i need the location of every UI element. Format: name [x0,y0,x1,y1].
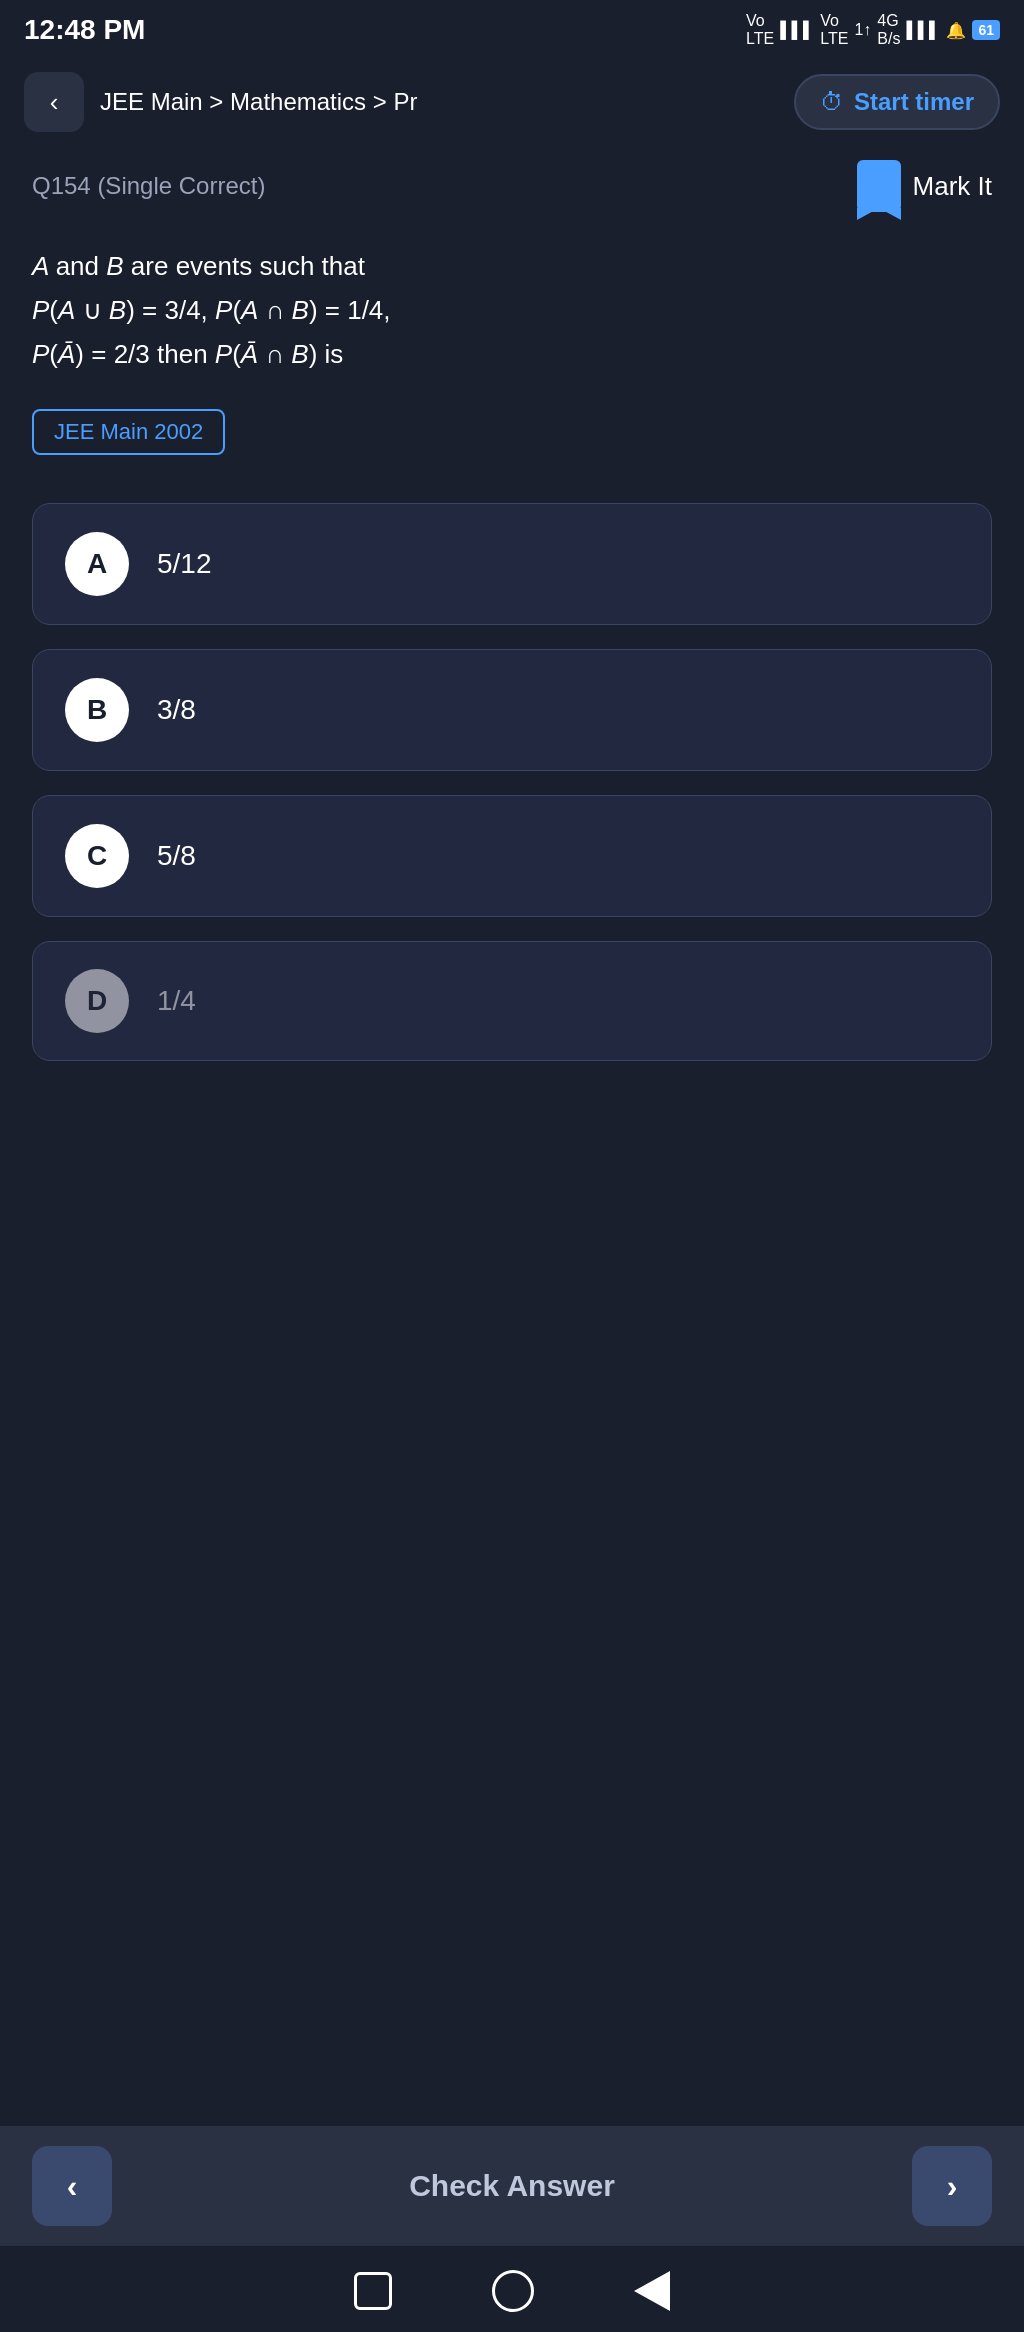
status-bar: 12:48 PM VoLTE ▌▌▌ VoLTE 1↑ 4GB/s ▌▌▌ 🔔 … [0,0,1024,56]
mark-it-button[interactable]: Mark It [857,160,992,212]
option-d-badge: D [65,969,129,1033]
lte-icon: VoLTE [746,12,774,48]
option-d-value: 1/4 [157,985,196,1017]
back-icon: ‹ [50,87,59,118]
timer-label: Start timer [854,88,974,116]
option-b-value: 3/8 [157,694,196,726]
status-icons: VoLTE ▌▌▌ VoLTE 1↑ 4GB/s ▌▌▌ 🔔 61 [746,12,1000,48]
square-nav-icon[interactable] [354,2272,392,2310]
prev-button[interactable]: ‹ [32,2146,112,2226]
lte2-icon: VoLTE [820,12,848,48]
option-c-badge: C [65,824,129,888]
question-number: Q154 (Single Correct) [32,172,265,200]
jee-tag: JEE Main 2002 [32,409,225,455]
option-a-badge: A [65,532,129,596]
signal-icon: ▌▌▌ [780,21,814,39]
home-nav-icon[interactable] [492,2270,534,2312]
timer-icon: ⏱ [820,88,844,116]
bookmark-icon [857,160,901,212]
options-container: A 5/12 B 3/8 C 5/8 D 1/4 [0,487,1024,2126]
question-text: A and B are events such that P(A ∪ B) = … [32,244,992,377]
question-line1: A and B are events such that [32,244,992,288]
battery-icon: 61 [972,20,1000,40]
option-d-card[interactable]: D 1/4 [32,941,992,1061]
option-b-card[interactable]: B 3/8 [32,649,992,771]
status-time: 12:48 PM [24,14,145,46]
next-icon: › [947,2168,958,2205]
wifi-icon: ▌▌▌ [906,21,940,39]
nav-bar: ‹ JEE Main > Mathematics > Pr ⏱ Start ti… [0,56,1024,148]
tag-container: JEE Main 2002 [0,401,1024,487]
option-b-badge: B [65,678,129,742]
question-line2: P(A ∪ B) = 3/4, P(A ∩ B) = 1/4, [32,288,992,332]
alarm-icon: 🔔 [946,21,966,40]
mark-it-label: Mark It [913,171,992,202]
breadcrumb: JEE Main > Mathematics > Pr [100,88,778,116]
next-button[interactable]: › [912,2146,992,2226]
option-a-value: 5/12 [157,548,212,580]
4g-icon: 4GB/s [877,12,900,48]
option-c-card[interactable]: C 5/8 [32,795,992,917]
start-timer-button[interactable]: ⏱ Start timer [794,74,1000,130]
signal2-icon: 1↑ [854,21,871,39]
option-c-value: 5/8 [157,840,196,872]
bottom-bar: ‹ Check Answer › [0,2126,1024,2246]
back-button[interactable]: ‹ [24,72,84,132]
question-header: Q154 (Single Correct) Mark It [0,148,1024,228]
system-nav [0,2246,1024,2332]
check-answer-label: Check Answer [112,2169,912,2203]
prev-icon: ‹ [67,2168,78,2205]
back-nav-icon[interactable] [634,2271,670,2311]
question-body: A and B are events such that P(A ∪ B) = … [0,228,1024,401]
option-a-card[interactable]: A 5/12 [32,503,992,625]
question-line3: P(Ā) = 2/3 then P(Ā ∩ B) is [32,332,992,376]
